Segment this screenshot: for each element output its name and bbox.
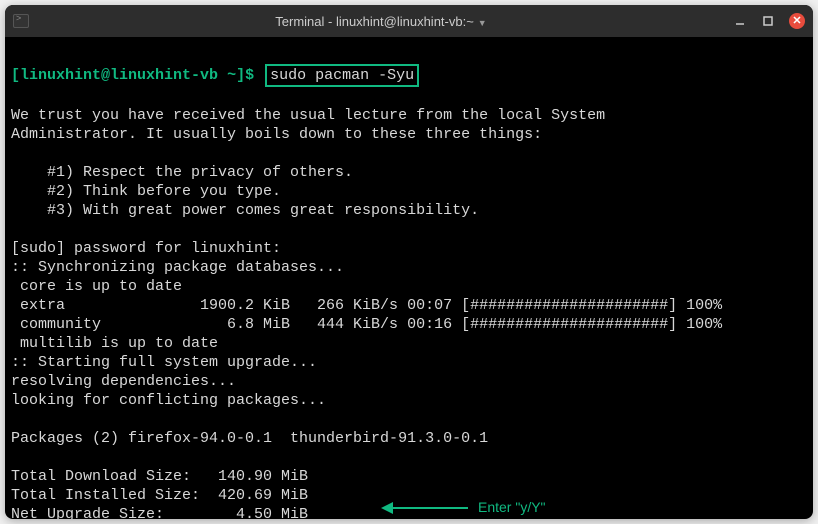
output-line: :: Starting full system upgrade...	[11, 354, 317, 371]
prompt-cwd: ~	[218, 67, 236, 84]
terminal-icon	[13, 14, 29, 28]
command-highlight: sudo pacman -Syu	[265, 64, 419, 87]
terminal-body[interactable]: [linuxhint@linuxhint-vb ~]$ sudo pacman …	[5, 37, 813, 519]
output-line: [sudo] password for linuxhint:	[11, 240, 281, 257]
minimize-button[interactable]	[733, 14, 747, 28]
output-line: community 6.8 MiB 444 KiB/s 00:16 [#####…	[11, 316, 722, 333]
output-line: We trust you have received the usual lec…	[11, 107, 605, 124]
chevron-down-icon[interactable]: ▼	[478, 18, 487, 28]
output-line: Total Installed Size: 420.69 MiB	[11, 487, 308, 504]
output-line: #3) With great power comes great respons…	[11, 202, 479, 219]
prompt-close-bracket: ]	[236, 67, 245, 84]
output-line: looking for conflicting packages...	[11, 392, 326, 409]
output-line: #2) Think before you type.	[11, 183, 281, 200]
output-line: resolving dependencies...	[11, 373, 236, 390]
window-title: Terminal - linuxhint@linuxhint-vb:~	[275, 14, 474, 29]
output-line: Total Download Size: 140.90 MiB	[11, 468, 308, 485]
output-line: #1) Respect the privacy of others.	[11, 164, 353, 181]
close-button[interactable]: ✕	[789, 13, 805, 29]
prompt-open-bracket: [	[11, 67, 20, 84]
output-line: Administrator. It usually boils down to …	[11, 126, 542, 143]
output-line: core is up to date	[11, 278, 182, 295]
output-line: :: Synchronizing package databases...	[11, 259, 344, 276]
maximize-button[interactable]	[761, 14, 775, 28]
prompt-user-host: linuxhint@linuxhint-vb	[20, 67, 218, 84]
command-text: sudo pacman -Syu	[270, 67, 414, 84]
prompt-symbol: $	[245, 67, 254, 84]
output-line: multilib is up to date	[11, 335, 218, 352]
titlebar[interactable]: Terminal - linuxhint@linuxhint-vb:~ ▼ ✕	[5, 5, 813, 37]
output-line: Packages (2) firefox-94.0-0.1 thunderbir…	[11, 430, 488, 447]
output-line: Net Upgrade Size: 4.50 MiB	[11, 506, 308, 519]
terminal-window: Terminal - linuxhint@linuxhint-vb:~ ▼ ✕ […	[5, 5, 813, 519]
annotation: Enter "y/Y"	[393, 498, 546, 517]
arrow-icon	[393, 507, 468, 509]
output-line: extra 1900.2 KiB 266 KiB/s 00:07 [######…	[11, 297, 722, 314]
annotation-label: Enter "y/Y"	[478, 498, 546, 517]
